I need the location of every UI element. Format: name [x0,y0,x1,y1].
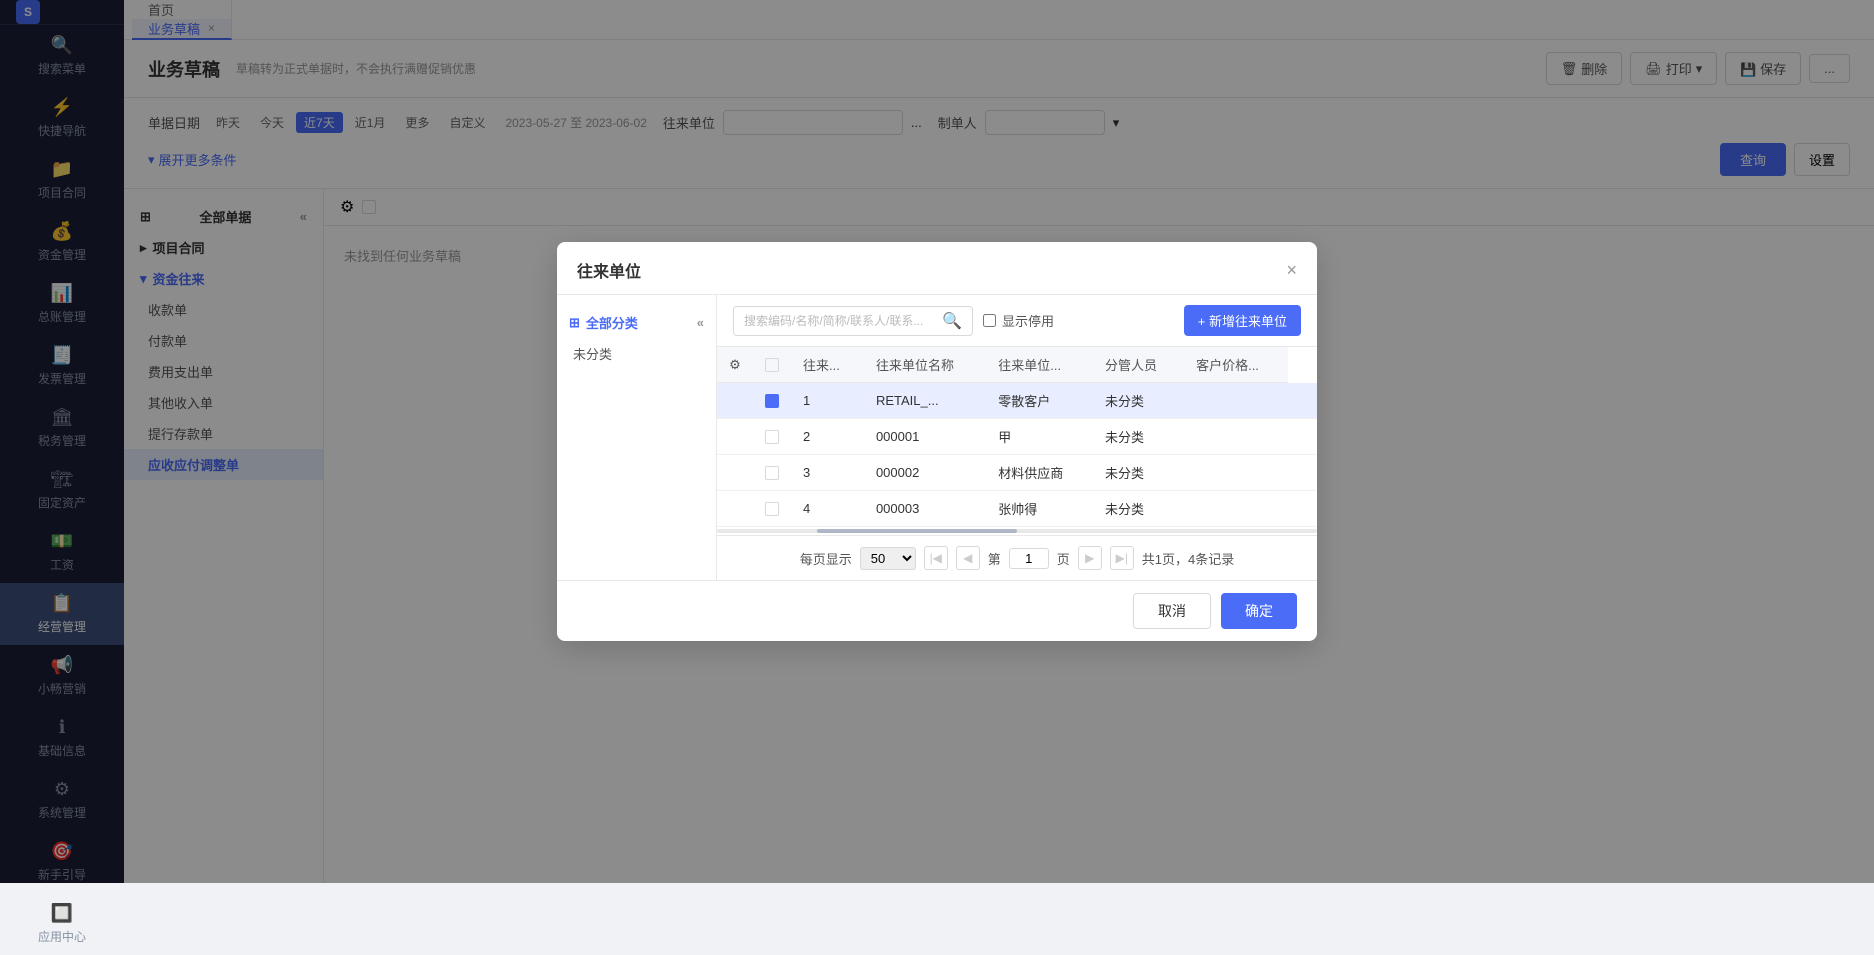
row-price-level [1288,491,1317,527]
prev-page-button[interactable]: ◀ [956,546,980,570]
row-name: 零散客户 [986,383,1093,419]
table-row[interactable]: 4 000003 张帅得 未分类 [717,491,1317,527]
cancel-button[interactable]: 取消 [1133,593,1211,629]
per-page-label: 每页显示 [800,549,852,568]
row-checkbox[interactable] [765,430,779,444]
col-checkbox [753,347,791,383]
header-checkbox[interactable] [765,358,779,372]
dialog-toolbar: 🔍 显示停用 + 新增往来单位 [717,295,1317,347]
dialog-data-table: ⚙ 往来... 往来单位名称 往来单位... 分管人员 客户价格... [717,347,1317,527]
row-num: 4 [791,491,864,527]
row-code: 000002 [864,455,986,491]
row-category: 未分类 [1093,455,1184,491]
page-input[interactable] [1009,548,1049,569]
row-checkbox-cell [753,491,791,527]
row-num: 2 [791,419,864,455]
row-num: 3 [791,455,864,491]
col-partner-cat-header: 往来单位... [986,347,1093,383]
row-assignee [1184,455,1288,491]
col-partner-code-header: 往来... [791,347,864,383]
row-name: 甲 [986,419,1093,455]
row-assignee [1184,419,1288,455]
dialog-footer: 取消 确定 [557,580,1317,641]
row-settings [717,455,753,491]
row-assignee [1184,491,1288,527]
col-settings: ⚙ [717,347,753,383]
dialog-body: ⊞ 全部分类 « 未分类 🔍 [557,295,1317,580]
dialog-close-button[interactable]: × [1286,260,1297,281]
dialog-overlay: 往来单位 × ⊞ 全部分类 « 未分类 [0,0,1874,883]
sidebar-icon-app-center: 🔲 [51,903,73,924]
partner-dialog: 往来单位 × ⊞ 全部分类 « 未分类 [557,242,1317,641]
table-row[interactable]: 1 RETAIL_... 零散客户 未分类 [717,383,1317,419]
category-collapse-icon[interactable]: « [697,315,704,330]
dialog-table-body: 1 RETAIL_... 零散客户 未分类 2 000001 甲 未分类 3 0… [717,383,1317,527]
add-partner-button[interactable]: + 新增往来单位 [1184,305,1301,336]
table-header: ⚙ 往来... 往来单位名称 往来单位... 分管人员 客户价格... [717,347,1317,383]
row-num: 1 [791,383,864,419]
next-page-button[interactable]: ▶ [1078,546,1102,570]
category-header: ⊞ 全部分类 « [557,307,716,338]
show-disabled-control: 显示停用 [983,311,1054,330]
row-checkbox-cell [753,419,791,455]
col-assignee-header: 分管人员 [1093,347,1184,383]
row-settings [717,383,753,419]
dialog-header: 往来单位 × [557,242,1317,295]
category-grid-icon: ⊞ [569,315,580,331]
row-settings [717,419,753,455]
row-name: 材料供应商 [986,455,1093,491]
row-settings [717,491,753,527]
category-items-container: 未分类 [557,338,716,369]
page-label: 第 [988,549,1001,568]
col-price-level-header: 客户价格... [1184,347,1288,383]
sidebar-item-app-center[interactable]: 🔲 应用中心 [0,893,124,955]
search-icon: 🔍 [942,311,962,331]
row-name: 张帅得 [986,491,1093,527]
row-checkbox-cell [753,455,791,491]
row-checkbox[interactable] [765,502,779,516]
row-category: 未分类 [1093,383,1184,419]
row-checkbox-cell [753,383,791,419]
row-category: 未分类 [1093,491,1184,527]
scrollbar-track [717,529,1317,533]
confirm-button[interactable]: 确定 [1221,593,1297,629]
table-scrollbar[interactable] [717,527,1317,535]
row-code: 000003 [864,491,986,527]
search-input[interactable] [744,314,936,328]
dialog-title: 往来单位 [577,258,641,282]
total-info: 共1页，4条记录 [1142,549,1234,568]
page-suffix: 页 [1057,549,1070,568]
row-checkbox[interactable] [765,394,779,408]
table-row[interactable]: 2 000001 甲 未分类 [717,419,1317,455]
row-code: 000001 [864,419,986,455]
partner-table: ⚙ 往来... 往来单位名称 往来单位... 分管人员 客户价格... [717,347,1317,527]
dialog-pagination: 每页显示 50 100 |◀ ◀ 第 页 ▶ ▶| 共1页，4条记录 [717,535,1317,580]
category-header-label: 全部分类 [586,313,638,332]
first-page-button[interactable]: |◀ [924,546,948,570]
sidebar-label-app-center: 应用中心 [38,928,86,945]
show-disabled-checkbox[interactable] [983,314,996,327]
table-row[interactable]: 3 000002 材料供应商 未分类 [717,455,1317,491]
scrollbar-thumb [817,529,1017,533]
row-price-level [1288,455,1317,491]
row-assignee [1184,383,1288,419]
row-category: 未分类 [1093,419,1184,455]
row-code: RETAIL_... [864,383,986,419]
dialog-table-panel: 🔍 显示停用 + 新增往来单位 ⚙ [717,295,1317,580]
per-page-select[interactable]: 50 100 [860,547,916,570]
row-price-level [1288,383,1317,419]
search-box: 🔍 [733,306,973,336]
show-disabled-label: 显示停用 [1002,311,1054,330]
last-page-button[interactable]: ▶| [1110,546,1134,570]
category-item-uncategorized[interactable]: 未分类 [557,338,716,369]
row-price-level [1288,419,1317,455]
category-panel: ⊞ 全部分类 « 未分类 [557,295,717,580]
col-partner-name-header: 往来单位名称 [864,347,986,383]
row-checkbox[interactable] [765,466,779,480]
